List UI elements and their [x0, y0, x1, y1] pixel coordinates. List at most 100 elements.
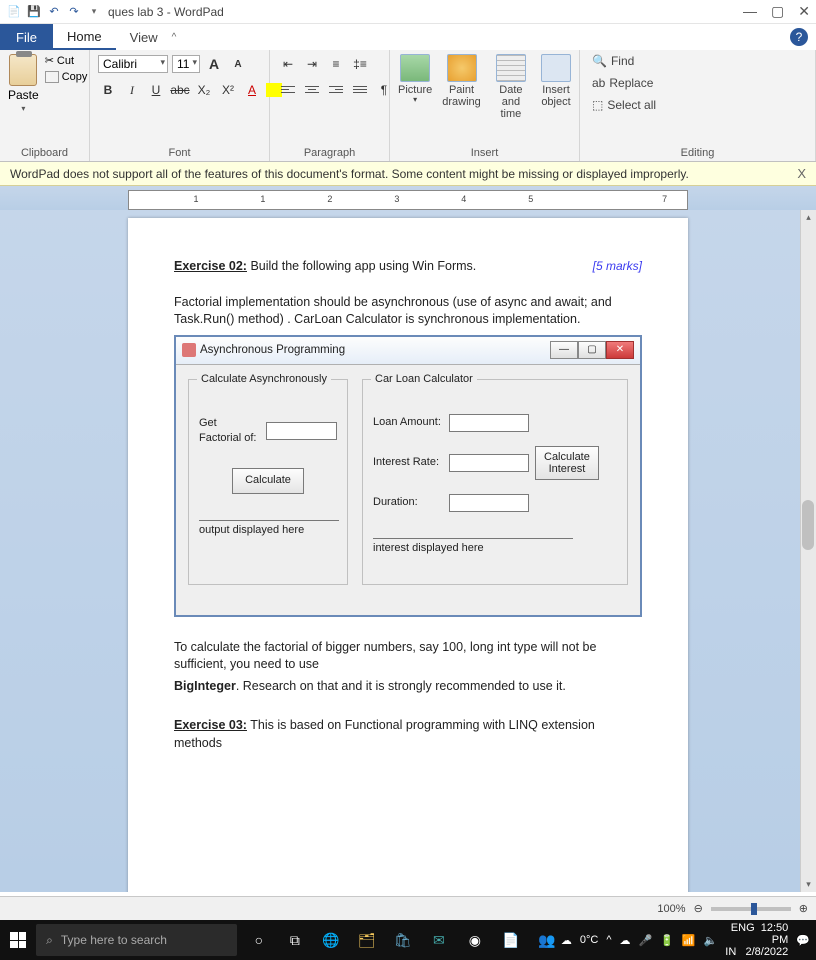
find-button[interactable]: 🔍Find — [592, 54, 656, 68]
zoom-in-button[interactable]: ⊕ — [799, 902, 808, 915]
groupbox-car-loan: Car Loan Calculator Loan Amount: Interes… — [362, 379, 628, 585]
line-spacing-button[interactable]: ‡≡ — [350, 54, 370, 74]
underline-button[interactable]: U — [146, 80, 166, 100]
start-button[interactable] — [0, 920, 36, 960]
wifi-icon[interactable]: 📶 — [682, 934, 696, 947]
calculate-factorial-button: Calculate — [232, 468, 304, 493]
strike-button[interactable]: abc — [170, 80, 190, 100]
paint-drawing-button[interactable]: Paint drawing — [442, 54, 481, 108]
group-clipboard-label: Clipboard — [8, 145, 81, 159]
cut-button[interactable]: ✂Cut — [45, 54, 88, 67]
duration-label: Duration: — [373, 495, 443, 510]
onedrive-icon[interactable]: ☁ — [619, 934, 630, 947]
paste-button[interactable]: Paste ▾ — [8, 54, 39, 113]
increase-indent-button[interactable]: ⇥ — [302, 54, 322, 74]
wordpad-icon: 📄 — [6, 4, 22, 20]
wordpad-taskbar-icon[interactable]: 📄 — [497, 926, 525, 954]
bullets-button[interactable]: ≡ — [326, 54, 346, 74]
maximize-button[interactable]: ▢ — [771, 3, 784, 20]
shrink-font-button[interactable]: A — [228, 54, 248, 74]
task-view-icon[interactable]: ⧉ — [281, 926, 309, 954]
font-color-button[interactable]: A — [242, 80, 262, 100]
battery-icon[interactable]: 🔋 — [660, 934, 674, 947]
chrome-icon[interactable]: ◉ — [461, 926, 489, 954]
align-left-button[interactable] — [278, 80, 298, 98]
grow-font-button[interactable]: A — [204, 54, 224, 74]
teams-icon[interactable]: 👥 — [533, 926, 561, 954]
subscript-button[interactable]: X₂ — [194, 80, 214, 100]
exercise-02-marks: [5 marks] — [593, 258, 642, 275]
biginteger-note-2: BigInteger. Research on that and it is s… — [174, 678, 642, 696]
font-name-combo[interactable]: Calibri — [98, 55, 168, 73]
tray-chevron-icon[interactable]: ^ — [606, 934, 611, 946]
warning-close-button[interactable]: X — [797, 166, 806, 181]
replace-icon: ab — [592, 76, 605, 90]
ribbon-tabs: File Home View ^ ? — [0, 24, 816, 50]
tab-home[interactable]: Home — [53, 24, 116, 50]
minimize-button[interactable]: — — [743, 3, 757, 20]
italic-button[interactable]: I — [122, 80, 142, 100]
undo-icon[interactable]: ↶ — [46, 4, 62, 20]
font-size-combo[interactable]: 11 — [172, 55, 200, 73]
cortana-icon[interactable]: ○ — [245, 926, 273, 954]
copy-button[interactable]: Copy — [45, 71, 88, 83]
help-button[interactable]: ? — [790, 28, 808, 46]
notifications-icon[interactable]: 💬 — [796, 934, 810, 947]
file-explorer-icon[interactable]: 🗂 — [353, 926, 381, 954]
weather-icon[interactable]: ☁ — [561, 934, 572, 947]
vertical-scrollbar[interactable]: ▴ ▾ — [800, 210, 816, 892]
align-center-button[interactable] — [302, 80, 322, 98]
duration-input — [449, 494, 529, 512]
insert-object-button[interactable]: Insert object — [541, 54, 571, 108]
figure-minimize-button: — — [550, 341, 578, 359]
exercise-02-heading: [5 marks] Exercise 02: Build the followi… — [174, 258, 642, 276]
bold-button[interactable]: B — [98, 80, 118, 100]
edge-icon[interactable]: 🌐 — [317, 926, 345, 954]
object-icon — [541, 54, 571, 82]
group-editing-label: Editing — [588, 145, 807, 159]
window-titlebar: 📄 💾 ↶ ↷ ▾ ques lab 3 - WordPad — ▢ ✕ — [0, 0, 816, 24]
redo-icon[interactable]: ↷ — [66, 4, 82, 20]
document-area[interactable]: [5 marks] Exercise 02: Build the followi… — [0, 210, 816, 892]
store-icon[interactable]: 🛍 — [389, 926, 417, 954]
insert-picture-button[interactable]: Picture▾ — [398, 54, 432, 105]
align-right-button[interactable] — [326, 80, 346, 98]
figure-title: Asynchronous Programming — [200, 342, 345, 358]
volume-icon[interactable]: 🔈 — [704, 934, 718, 947]
scroll-down-icon[interactable]: ▾ — [803, 879, 814, 890]
date-time-button[interactable]: Date and time — [491, 54, 531, 120]
zoom-out-button[interactable]: ⊖ — [694, 902, 703, 915]
figure-close-button: ✕ — [606, 341, 634, 359]
save-icon[interactable]: 💾 — [26, 4, 42, 20]
ribbon-collapse-icon[interactable]: ^ — [172, 32, 177, 43]
get-factorial-label: Get Factorial of: — [199, 416, 260, 447]
tab-view[interactable]: View — [116, 24, 172, 50]
zoom-slider[interactable] — [711, 907, 791, 911]
status-bar: 100% ⊖ ⊕ — [0, 896, 816, 920]
tray-datetime[interactable]: ENG 12:50 PM IN 2/8/2022 — [725, 922, 788, 958]
tab-file[interactable]: File — [0, 24, 53, 50]
weather-temp[interactable]: 0°C — [580, 934, 598, 946]
close-window-button[interactable]: ✕ — [798, 3, 810, 20]
mic-icon[interactable]: 🎤 — [638, 934, 652, 947]
figure-maximize-button: ▢ — [578, 341, 606, 359]
mail-icon[interactable]: ✉ — [425, 926, 453, 954]
page[interactable]: [5 marks] Exercise 02: Build the followi… — [128, 218, 688, 892]
select-all-button[interactable]: ⬚Select all — [592, 98, 656, 112]
taskbar-search[interactable]: ⌕ Type here to search — [36, 924, 237, 956]
ruler[interactable]: 1 1 2 3 4 5 7 — [128, 190, 688, 210]
align-justify-button[interactable] — [350, 80, 370, 98]
decrease-indent-button[interactable]: ⇤ — [278, 54, 298, 74]
scrollbar-thumb[interactable] — [802, 500, 814, 550]
calculate-interest-button: Calculate Interest — [535, 446, 599, 480]
taskbar: ⌕ Type here to search ○ ⧉ 🌐 🗂 🛍 ✉ ◉ 📄 👥 … — [0, 920, 816, 960]
superscript-button[interactable]: X² — [218, 80, 238, 100]
figure-titlebar: Asynchronous Programming — ▢ ✕ — [176, 337, 640, 365]
datetime-icon — [496, 54, 526, 82]
scroll-up-icon[interactable]: ▴ — [803, 212, 814, 223]
picture-icon — [400, 54, 430, 82]
search-icon: ⌕ — [46, 933, 53, 948]
qat-dropdown-icon[interactable]: ▾ — [86, 4, 102, 20]
replace-button[interactable]: abReplace — [592, 76, 656, 90]
warning-text: WordPad does not support all of the feat… — [10, 167, 689, 181]
